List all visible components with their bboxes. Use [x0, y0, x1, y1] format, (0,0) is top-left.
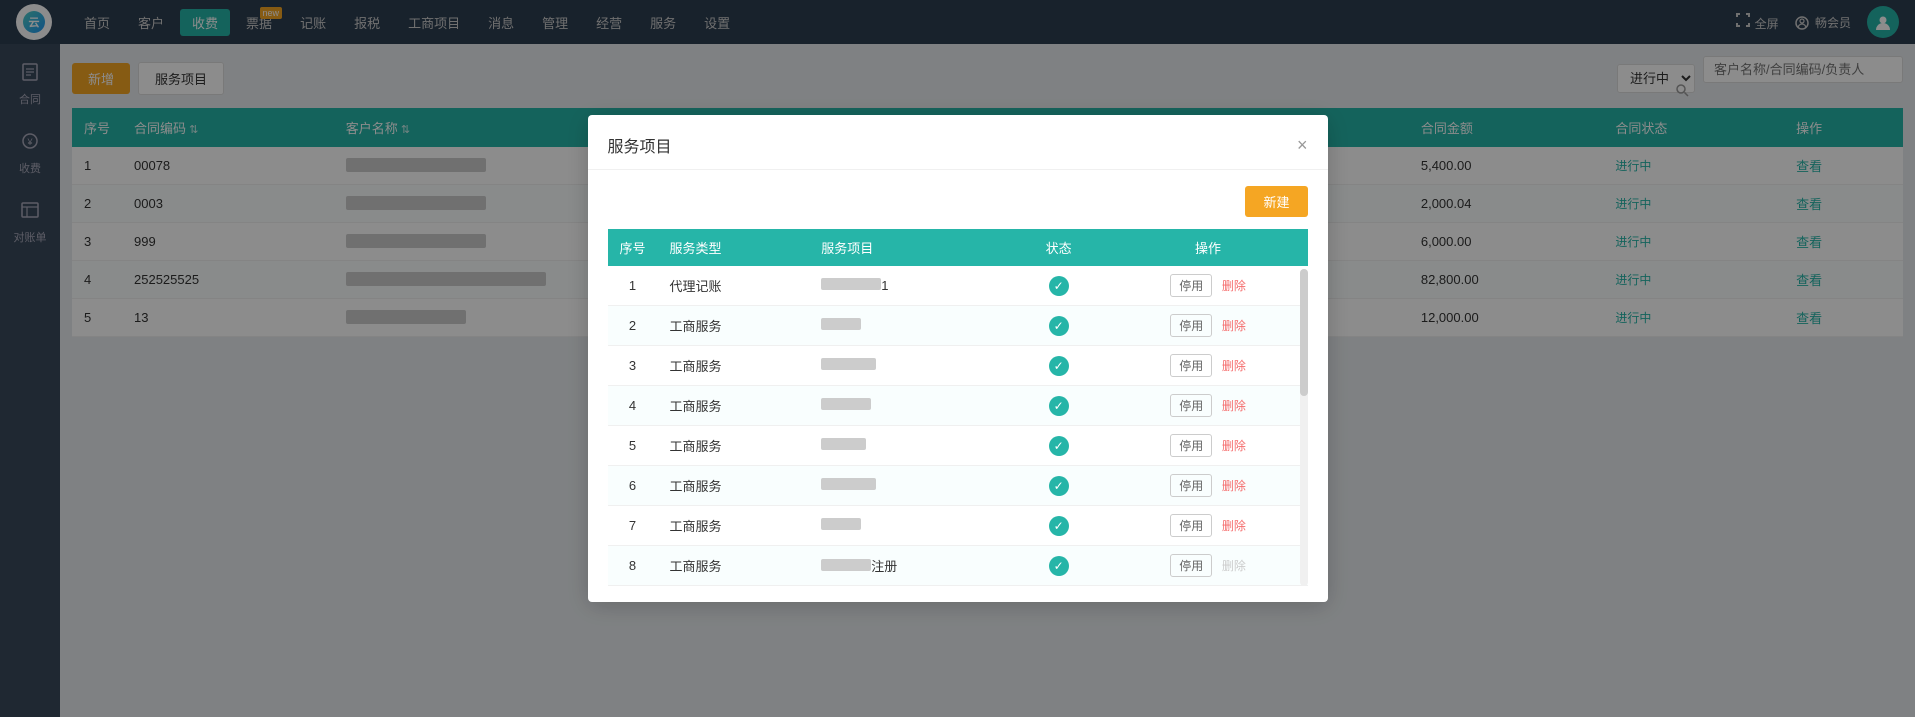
modal-cell-item — [809, 506, 1009, 546]
modal-cell-actions: 停用 删除 — [1109, 546, 1308, 586]
delete-button[interactable]: 删除 — [1222, 397, 1246, 414]
modal-cell-actions: 停用 删除 — [1109, 506, 1308, 546]
modal-new-button[interactable]: 新建 — [1245, 186, 1307, 217]
modal-table-row: 2 工商服务 ✓ 停用 删除 — [608, 306, 1308, 346]
modal-cell-no: 2 — [608, 306, 658, 346]
modal-table-row: 6 工商服务 ✓ 停用 删除 — [608, 466, 1308, 506]
stop-button[interactable]: 停用 — [1170, 434, 1212, 457]
modal-cell-type: 工商服务 — [658, 506, 810, 546]
modal-table-row: 3 工商服务 ✓ 停用 删除 — [608, 346, 1308, 386]
delete-button[interactable]: 删除 — [1222, 317, 1246, 334]
modal-table-row: 1 代理记账 1 ✓ 停用 删除 — [608, 266, 1308, 306]
modal-cell-no: 4 — [608, 386, 658, 426]
modal-cell-actions: 停用 删除 — [1109, 306, 1308, 346]
modal-cell-type: 工商服务 — [658, 546, 810, 586]
delete-button[interactable]: 删除 — [1222, 437, 1246, 454]
modal-cell-status: ✓ — [1009, 346, 1109, 386]
modal-header: 服务项目 × — [588, 115, 1328, 170]
status-check-icon: ✓ — [1049, 356, 1069, 376]
modal-cell-type: 工商服务 — [658, 306, 810, 346]
modal-cell-status: ✓ — [1009, 386, 1109, 426]
modal-cell-status: ✓ — [1009, 466, 1109, 506]
modal-table-row: 7 工商服务 ✓ 停用 删除 — [608, 506, 1308, 546]
modal-cell-actions: 停用 删除 — [1109, 426, 1308, 466]
modal-cell-type: 工商服务 — [658, 466, 810, 506]
modal-cell-actions: 停用 删除 — [1109, 386, 1308, 426]
scrollbar-track[interactable] — [1300, 269, 1308, 586]
modal-cell-actions: 停用 删除 — [1109, 266, 1308, 306]
modal-col-no: 序号 — [608, 229, 658, 266]
modal-col-item: 服务项目 — [809, 229, 1009, 266]
modal-table-row: 8 工商服务 注册 ✓ 停用 删除 — [608, 546, 1308, 586]
modal-cell-status: ✓ — [1009, 546, 1109, 586]
status-check-icon: ✓ — [1049, 516, 1069, 536]
modal-toolbar: 新建 — [608, 186, 1308, 217]
modal-cell-type: 工商服务 — [658, 346, 810, 386]
modal-overlay[interactable]: 服务项目 × 新建 序号 服务类型 服务项目 状态 操作 — [0, 0, 1915, 717]
modal-cell-status: ✓ — [1009, 506, 1109, 546]
stop-button[interactable]: 停用 — [1170, 274, 1212, 297]
modal-table-row: 4 工商服务 ✓ 停用 删除 — [608, 386, 1308, 426]
delete-button[interactable]: 删除 — [1222, 557, 1246, 574]
modal-cell-item — [809, 426, 1009, 466]
modal-cell-no: 7 — [608, 506, 658, 546]
modal-table-container: 序号 服务类型 服务项目 状态 操作 1 代理记账 — [608, 229, 1308, 586]
modal-cell-no: 6 — [608, 466, 658, 506]
delete-button[interactable]: 删除 — [1222, 517, 1246, 534]
status-check-icon: ✓ — [1049, 556, 1069, 576]
modal-cell-type: 工商服务 — [658, 426, 810, 466]
modal-cell-item — [809, 346, 1009, 386]
modal-close-button[interactable]: × — [1297, 136, 1308, 154]
modal-cell-type: 工商服务 — [658, 386, 810, 426]
modal-cell-no: 5 — [608, 426, 658, 466]
stop-button[interactable]: 停用 — [1170, 314, 1212, 337]
stop-button[interactable]: 停用 — [1170, 394, 1212, 417]
modal-cell-no: 8 — [608, 546, 658, 586]
modal-cell-type: 代理记账 — [658, 266, 810, 306]
modal-title: 服务项目 — [608, 133, 672, 157]
scrollbar-thumb[interactable] — [1300, 269, 1308, 396]
modal-cell-item — [809, 466, 1009, 506]
modal-cell-status: ✓ — [1009, 266, 1109, 306]
modal-table-row: 5 工商服务 ✓ 停用 删除 — [608, 426, 1308, 466]
modal-cell-item — [809, 306, 1009, 346]
modal-cell-actions: 停用 删除 — [1109, 346, 1308, 386]
delete-button[interactable]: 删除 — [1222, 277, 1246, 294]
modal-col-action: 操作 — [1109, 229, 1308, 266]
modal-cell-status: ✓ — [1009, 306, 1109, 346]
service-items-table: 序号 服务类型 服务项目 状态 操作 1 代理记账 — [608, 229, 1308, 586]
modal-col-type: 服务类型 — [658, 229, 810, 266]
modal-col-status: 状态 — [1009, 229, 1109, 266]
modal-cell-no: 3 — [608, 346, 658, 386]
status-check-icon: ✓ — [1049, 436, 1069, 456]
service-items-modal: 服务项目 × 新建 序号 服务类型 服务项目 状态 操作 — [588, 115, 1328, 602]
stop-button[interactable]: 停用 — [1170, 354, 1212, 377]
modal-cell-item: 1 — [809, 266, 1009, 306]
delete-button[interactable]: 删除 — [1222, 357, 1246, 374]
stop-button[interactable]: 停用 — [1170, 474, 1212, 497]
status-check-icon: ✓ — [1049, 316, 1069, 336]
modal-body: 新建 序号 服务类型 服务项目 状态 操作 — [588, 170, 1328, 602]
modal-cell-no: 1 — [608, 266, 658, 306]
status-check-icon: ✓ — [1049, 396, 1069, 416]
modal-cell-actions: 停用 删除 — [1109, 466, 1308, 506]
stop-button[interactable]: 停用 — [1170, 554, 1212, 577]
stop-button[interactable]: 停用 — [1170, 514, 1212, 537]
modal-cell-item: 注册 — [809, 546, 1009, 586]
status-check-icon: ✓ — [1049, 276, 1069, 296]
modal-cell-item — [809, 386, 1009, 426]
delete-button[interactable]: 删除 — [1222, 477, 1246, 494]
status-check-icon: ✓ — [1049, 476, 1069, 496]
modal-cell-status: ✓ — [1009, 426, 1109, 466]
